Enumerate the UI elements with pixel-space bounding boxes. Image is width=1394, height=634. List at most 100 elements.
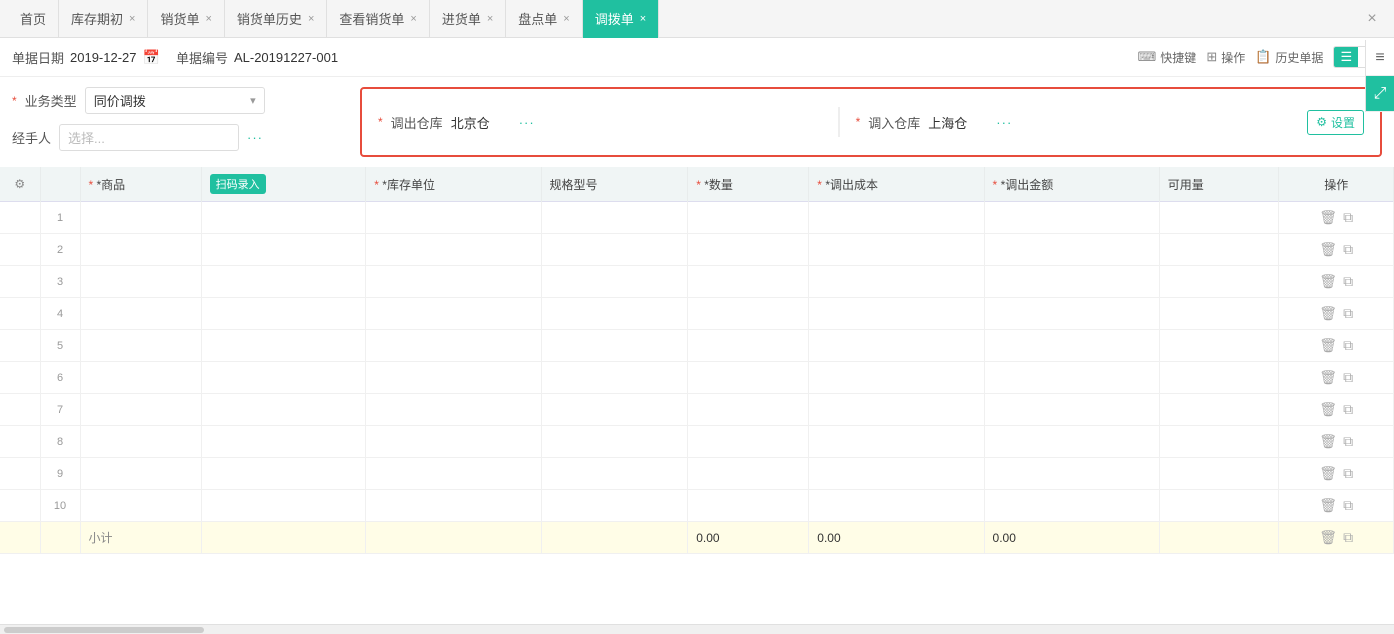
unit-cell-9[interactable] <box>366 458 541 490</box>
cost-cell-3[interactable] <box>809 266 984 298</box>
cost-cell-8[interactable] <box>809 426 984 458</box>
qty-cell-6[interactable] <box>688 362 809 394</box>
copy-icon-2[interactable]: ⧉ <box>1343 241 1353 258</box>
amount-cell-9[interactable] <box>984 458 1159 490</box>
cost-cell-2[interactable] <box>809 234 984 266</box>
qty-cell-1[interactable] <box>688 202 809 234</box>
tab-sales-order[interactable]: 销货单 × <box>148 0 224 38</box>
cost-cell-10[interactable] <box>809 490 984 522</box>
qty-cell-7[interactable] <box>688 394 809 426</box>
scroll-thumb[interactable] <box>4 627 204 633</box>
product-cell-1[interactable] <box>80 202 201 234</box>
spec-cell-8[interactable] <box>541 426 688 458</box>
delete-icon-9[interactable]: 🗑 <box>1319 465 1337 482</box>
unit-cell-5[interactable] <box>366 330 541 362</box>
tab-purchase-order[interactable]: 进货单 × <box>430 0 506 38</box>
product-cell-9[interactable] <box>80 458 201 490</box>
amount-cell-3[interactable] <box>984 266 1159 298</box>
table-settings-icon[interactable]: ⚙ <box>14 177 25 191</box>
delete-icon-2[interactable]: 🗑 <box>1319 241 1337 258</box>
calendar-icon[interactable]: 📅 <box>143 49 160 66</box>
person-more-button[interactable]: ··· <box>247 130 263 145</box>
spec-cell-1[interactable] <box>541 202 688 234</box>
tab-purchase-order-close[interactable]: × <box>487 13 493 25</box>
qty-cell-8[interactable] <box>688 426 809 458</box>
delete-icon[interactable]: 🗑 <box>1319 529 1337 546</box>
close-all-button[interactable]: × <box>1358 5 1386 33</box>
warehouse-out-more-button[interactable]: ··· <box>519 115 535 130</box>
tab-sales-history-close[interactable]: × <box>308 13 314 25</box>
unit-cell-7[interactable] <box>366 394 541 426</box>
amount-cell-10[interactable] <box>984 490 1159 522</box>
delete-icon-3[interactable]: 🗑 <box>1319 273 1337 290</box>
history-button[interactable]: 📋 历史单据 <box>1255 49 1323 66</box>
tab-transfer-order[interactable]: 调拨单 × <box>583 0 659 38</box>
copy-icon-9[interactable]: ⧉ <box>1343 465 1353 482</box>
product-cell-7[interactable] <box>80 394 201 426</box>
spec-cell-9[interactable] <box>541 458 688 490</box>
spec-cell-3[interactable] <box>541 266 688 298</box>
product-cell-5[interactable] <box>80 330 201 362</box>
cost-cell-4[interactable] <box>809 298 984 330</box>
amount-cell-6[interactable] <box>984 362 1159 394</box>
delete-icon-5[interactable]: 🗑 <box>1319 337 1337 354</box>
copy-icon-4[interactable]: ⧉ <box>1343 305 1353 322</box>
delete-icon-8[interactable]: 🗑 <box>1319 433 1337 450</box>
product-cell-2[interactable] <box>80 234 201 266</box>
tab-inventory-check-close[interactable]: × <box>563 13 569 25</box>
tab-home[interactable]: 首页 <box>8 0 59 38</box>
tab-inventory-init[interactable]: 库存期初 × <box>59 0 148 38</box>
unit-cell-2[interactable] <box>366 234 541 266</box>
tab-inventory-init-close[interactable]: × <box>129 13 135 25</box>
spec-cell-6[interactable] <box>541 362 688 394</box>
spec-cell-5[interactable] <box>541 330 688 362</box>
cost-cell-7[interactable] <box>809 394 984 426</box>
spec-cell-2[interactable] <box>541 234 688 266</box>
col-settings[interactable]: ⚙ <box>0 167 40 202</box>
delete-icon-6[interactable]: 🗑 <box>1319 369 1337 386</box>
spec-cell-4[interactable] <box>541 298 688 330</box>
list-view-button[interactable]: ☰ <box>1334 47 1358 67</box>
unit-cell-8[interactable] <box>366 426 541 458</box>
warehouse-in-more-button[interactable]: ··· <box>996 115 1012 130</box>
delete-icon-10[interactable]: 🗑 <box>1319 497 1337 514</box>
tab-view-sales-close[interactable]: × <box>410 13 416 25</box>
copy-icon-10[interactable]: ⧉ <box>1343 497 1353 514</box>
product-cell-3[interactable] <box>80 266 201 298</box>
cost-cell-1[interactable] <box>809 202 984 234</box>
amount-cell-4[interactable] <box>984 298 1159 330</box>
unit-cell-6[interactable] <box>366 362 541 394</box>
copy-icon-1[interactable]: ⧉ <box>1343 209 1353 226</box>
qty-cell-10[interactable] <box>688 490 809 522</box>
cost-cell-6[interactable] <box>809 362 984 394</box>
product-cell-8[interactable] <box>80 426 201 458</box>
amount-cell-5[interactable] <box>984 330 1159 362</box>
horizontal-scrollbar[interactable] <box>0 624 1394 634</box>
copy-icon-6[interactable]: ⧉ <box>1343 369 1353 386</box>
tab-view-sales[interactable]: 查看销货单 × <box>327 0 429 38</box>
spec-cell-7[interactable] <box>541 394 688 426</box>
amount-cell-2[interactable] <box>984 234 1159 266</box>
qty-cell-3[interactable] <box>688 266 809 298</box>
delete-icon-1[interactable]: 🗑 <box>1319 209 1337 226</box>
product-cell-10[interactable] <box>80 490 201 522</box>
product-cell-6[interactable] <box>80 362 201 394</box>
tab-transfer-order-close[interactable]: × <box>640 13 646 25</box>
amount-cell-8[interactable] <box>984 426 1159 458</box>
tab-sales-order-close[interactable]: × <box>205 13 211 25</box>
side-list-icon[interactable]: ≡ <box>1366 40 1394 76</box>
person-select[interactable]: 选择... <box>59 124 239 151</box>
spec-cell-10[interactable] <box>541 490 688 522</box>
delete-icon-7[interactable]: 🗑 <box>1319 401 1337 418</box>
copy-icon[interactable]: ⧉ <box>1343 529 1353 546</box>
operation-button[interactable]: ⊞ 操作 <box>1206 49 1245 66</box>
unit-cell-4[interactable] <box>366 298 541 330</box>
qty-cell-4[interactable] <box>688 298 809 330</box>
cost-cell-5[interactable] <box>809 330 984 362</box>
amount-cell-1[interactable] <box>984 202 1159 234</box>
settings-button[interactable]: ⚙ 设置 <box>1307 110 1364 135</box>
amount-cell-7[interactable] <box>984 394 1159 426</box>
shortcut-button[interactable]: ⌨ 快捷键 <box>1138 49 1197 66</box>
copy-icon-5[interactable]: ⧉ <box>1343 337 1353 354</box>
tab-sales-history[interactable]: 销货单历史 × <box>225 0 327 38</box>
